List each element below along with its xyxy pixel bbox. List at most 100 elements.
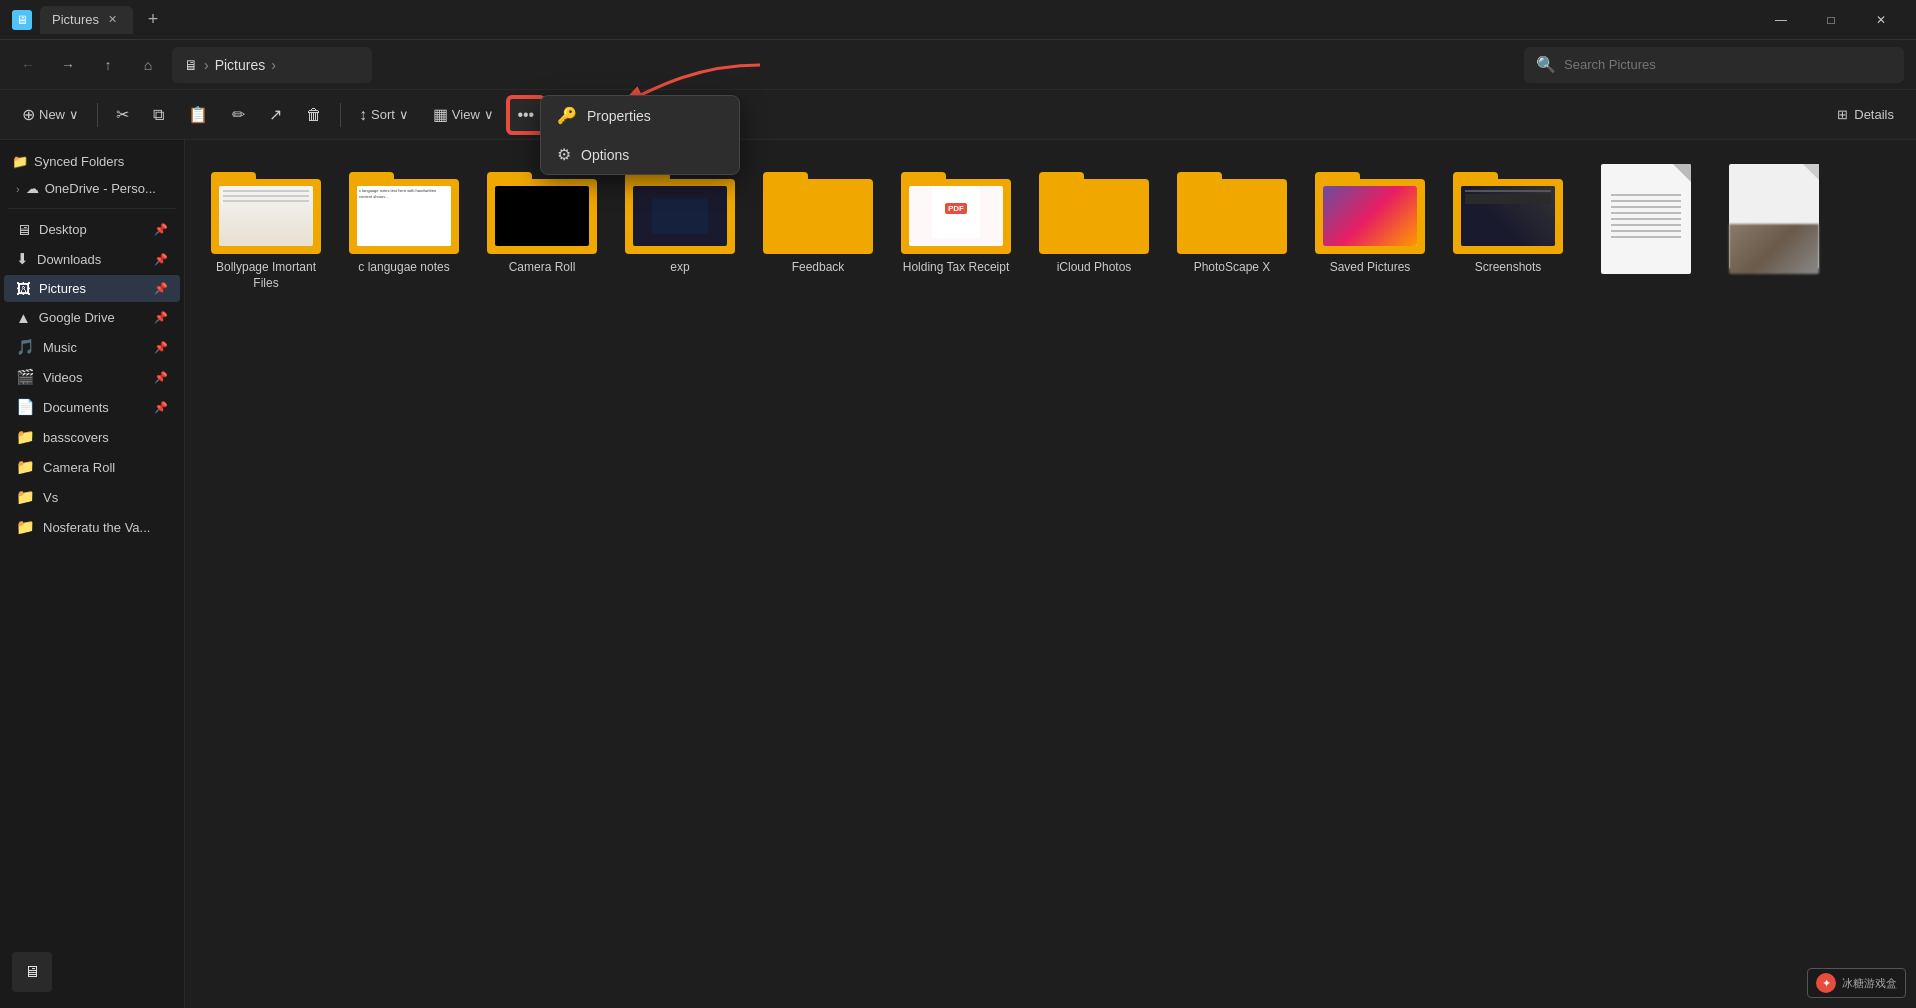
nosferatu-label: Nosferatu the Va... — [43, 520, 150, 535]
taskbar-icon[interactable]: 🖥 — [12, 952, 52, 992]
documents-label: Documents — [43, 400, 109, 415]
synced-folders-item[interactable]: 📁 Synced Folders — [0, 148, 184, 175]
maximize-button[interactable]: □ — [1808, 5, 1854, 35]
address-path[interactable]: 🖥 › Pictures › — [172, 47, 372, 83]
paste-button[interactable]: 📋 — [178, 99, 218, 130]
sort-button[interactable]: ↕ Sort ∨ — [349, 100, 419, 130]
folder-icloudphotos-thumb — [1039, 164, 1149, 254]
sidebar-item-googledrive[interactable]: ▲ Google Drive 📌 — [4, 304, 180, 331]
desktop-label: Desktop — [39, 222, 87, 237]
minimize-button[interactable]: — — [1758, 5, 1804, 35]
folder-screenshots[interactable]: Screenshots — [1443, 156, 1573, 299]
toolbar-separator-1 — [97, 103, 98, 127]
toolbar: ⊕ New ∨ ✂ ⧉ 📋 ✏ ↗ 🗑 ↕ Sort ∨ ▦ View ∨ ••… — [0, 90, 1916, 140]
view-arrow: ∨ — [484, 107, 494, 122]
new-button[interactable]: ⊕ New ∨ — [12, 99, 89, 130]
folder-exp[interactable]: exp — [615, 156, 745, 299]
delete-button[interactable]: 🗑 — [296, 100, 332, 130]
search-box[interactable]: 🔍 — [1524, 47, 1904, 83]
folder-screenshots-label: Screenshots — [1475, 260, 1542, 276]
folder-bollypage-thumb — [211, 164, 321, 254]
properties-label: Properties — [587, 108, 651, 124]
cut-icon: ✂ — [116, 105, 129, 124]
folder-cameraroll-thumb — [487, 164, 597, 254]
folder-bollypage[interactable]: Bollypage Imortant Files — [201, 156, 331, 299]
basscovers-label: basscovers — [43, 430, 109, 445]
sort-label: Sort — [371, 107, 395, 122]
folder-savedpictures-label: Saved Pictures — [1330, 260, 1411, 276]
share-button[interactable]: ↗ — [259, 99, 292, 130]
new-label: New — [39, 107, 65, 122]
sidebar-item-cameraroll[interactable]: 📁 Camera Roll — [4, 453, 180, 481]
folder-cameraroll[interactable]: Camera Roll — [477, 156, 607, 299]
folder-holdingtax-label: Holding Tax Receipt — [903, 260, 1010, 276]
rename-button[interactable]: ✏ — [222, 99, 255, 130]
back-button[interactable]: ← — [12, 49, 44, 81]
synced-folders-label: Synced Folders — [34, 154, 124, 169]
monitor-icon: 🖥 — [184, 57, 198, 73]
context-menu: 🔑 Properties ⚙ Options — [540, 95, 740, 175]
search-icon: 🔍 — [1536, 55, 1556, 74]
details-button[interactable]: ⊞ Details — [1827, 101, 1904, 128]
new-icon: ⊕ — [22, 105, 35, 124]
downloads-label: Downloads — [37, 252, 101, 267]
new-tab-button[interactable]: + — [141, 8, 165, 32]
folder-clang[interactable]: c language notes text here with handwrit… — [339, 156, 469, 299]
videos-icon: 🎬 — [16, 368, 35, 386]
folder-screenshots-thumb — [1453, 164, 1563, 254]
sidebar-item-basscovers[interactable]: 📁 basscovers — [4, 423, 180, 451]
copy-icon: ⧉ — [153, 106, 164, 124]
file-content: Bollypage Imortant Files c language note… — [185, 140, 1916, 1008]
file-blurred[interactable] — [1719, 156, 1849, 299]
basscovers-icon: 📁 — [16, 428, 35, 446]
options-label: Options — [581, 147, 629, 163]
music-icon: 🎵 — [16, 338, 35, 356]
tab-close-button[interactable]: ✕ — [105, 12, 121, 28]
sidebar-item-nosferatu[interactable]: 📁 Nosferatu the Va... — [4, 513, 180, 541]
watermark-text: 冰糖游戏盒 — [1842, 976, 1897, 991]
sidebar-item-downloads[interactable]: ⬇ Downloads 📌 — [4, 245, 180, 273]
folder-holdingtax[interactable]: PDF Holding Tax Receipt — [891, 156, 1021, 299]
folder-feedback[interactable]: Feedback — [753, 156, 883, 299]
recent-button[interactable]: ⌂ — [132, 49, 164, 81]
sidebar-item-pictures[interactable]: 🖼 Pictures 📌 — [4, 275, 180, 302]
sort-icon: ↕ — [359, 106, 367, 124]
search-input[interactable] — [1564, 57, 1892, 72]
file-document[interactable] — [1581, 156, 1711, 299]
documents-icon: 📄 — [16, 398, 35, 416]
up-button[interactable]: ↑ — [92, 49, 124, 81]
vs-icon: 📁 — [16, 488, 35, 506]
cut-button[interactable]: ✂ — [106, 99, 139, 130]
onedrive-item[interactable]: › ☁ OneDrive - Perso... — [0, 175, 184, 202]
sidebar-item-documents[interactable]: 📄 Documents 📌 — [4, 393, 180, 421]
googledrive-label: Google Drive — [39, 310, 115, 325]
sidebar-item-videos[interactable]: 🎬 Videos 📌 — [4, 363, 180, 391]
sidebar-item-desktop[interactable]: 🖥 Desktop 📌 — [4, 216, 180, 243]
watermark-icon: ✦ — [1816, 973, 1836, 993]
view-icon: ▦ — [433, 105, 448, 124]
sidebar-item-music[interactable]: 🎵 Music 📌 — [4, 333, 180, 361]
options-icon: ⚙ — [557, 145, 571, 164]
sort-arrow: ∨ — [399, 107, 409, 122]
onedrive-icon: ☁ — [26, 181, 39, 196]
context-menu-properties[interactable]: 🔑 Properties — [541, 96, 739, 135]
nosferatu-icon: 📁 — [16, 518, 35, 536]
new-arrow: ∨ — [69, 107, 79, 122]
sidebar-item-vs[interactable]: 📁 Vs — [4, 483, 180, 511]
context-menu-options[interactable]: ⚙ Options — [541, 135, 739, 174]
copy-button[interactable]: ⧉ — [143, 100, 174, 130]
view-button[interactable]: ▦ View ∨ — [423, 99, 504, 130]
folder-icloudphotos[interactable]: iCloud Photos — [1029, 156, 1159, 299]
app-icon: 🖥 — [12, 10, 32, 30]
sidebar-bottom: 🖥 — [0, 944, 184, 1000]
close-button[interactable]: ✕ — [1858, 5, 1904, 35]
folder-photoscapex[interactable]: PhotoScape X — [1167, 156, 1297, 299]
active-tab[interactable]: Pictures ✕ — [40, 6, 133, 34]
properties-icon: 🔑 — [557, 106, 577, 125]
sidebar: 📁 Synced Folders › ☁ OneDrive - Perso...… — [0, 140, 185, 1008]
forward-button[interactable]: → — [52, 49, 84, 81]
pictures-icon: 🖼 — [16, 280, 31, 297]
folder-savedpictures[interactable]: Saved Pictures — [1305, 156, 1435, 299]
more-button[interactable]: ••• — [508, 97, 544, 133]
share-icon: ↗ — [269, 105, 282, 124]
